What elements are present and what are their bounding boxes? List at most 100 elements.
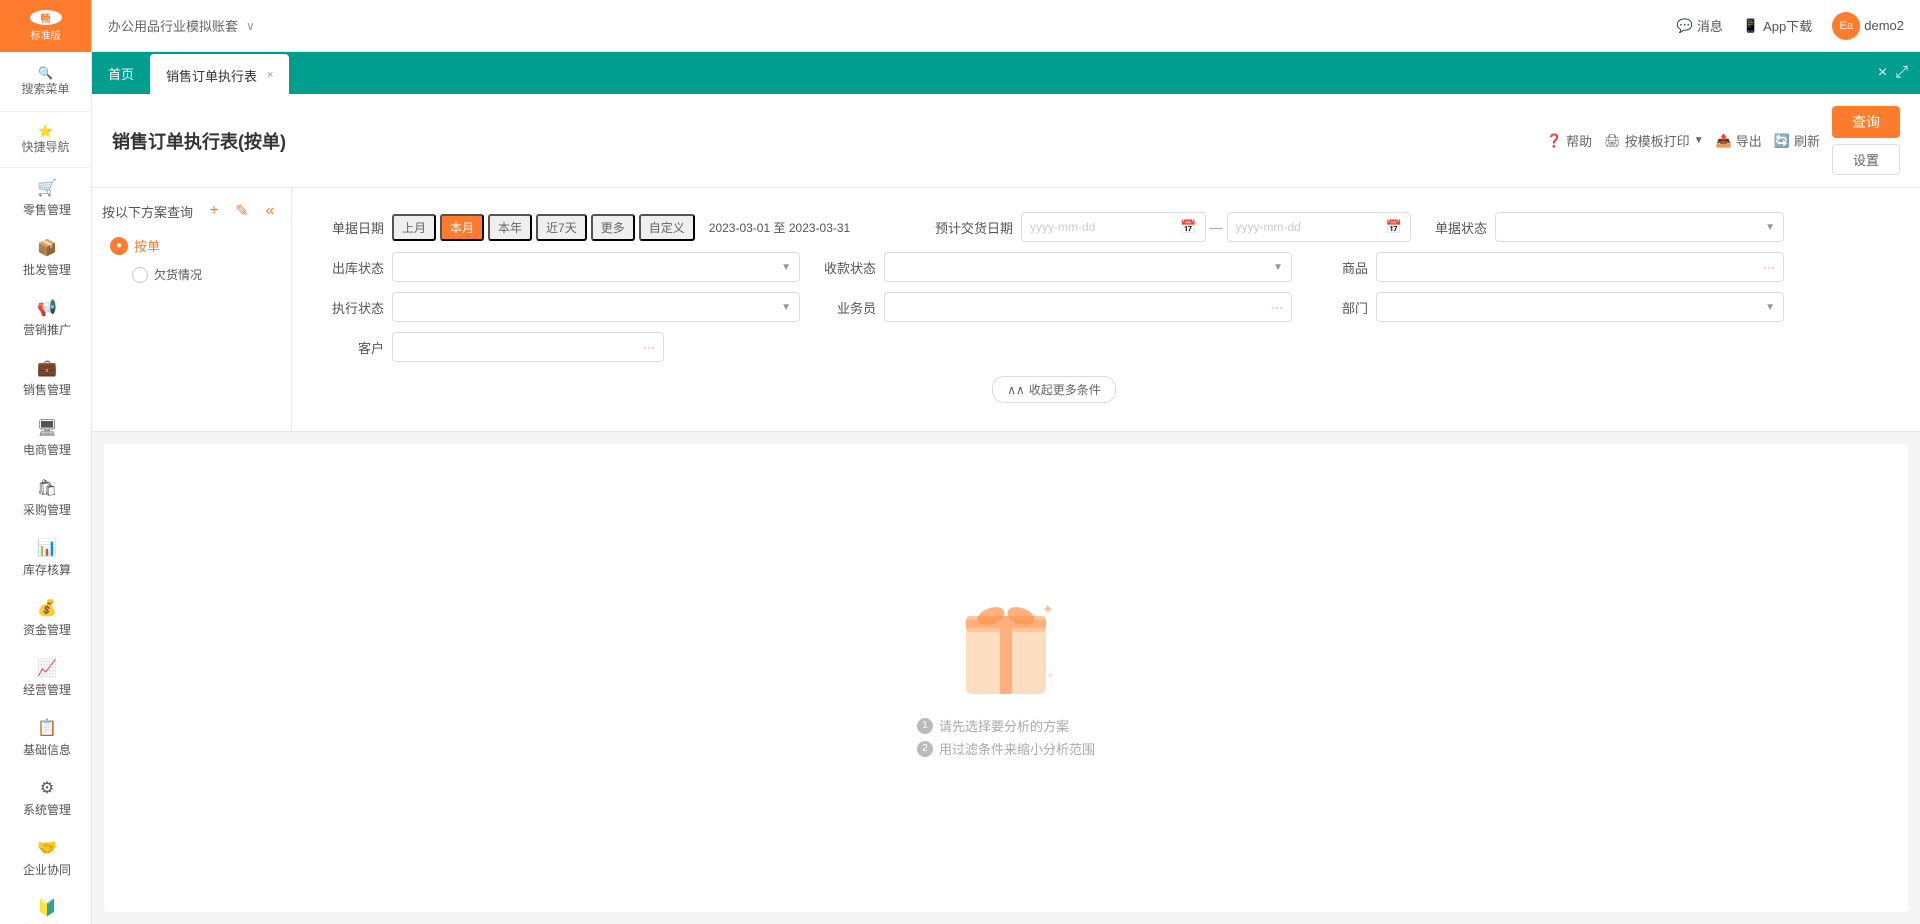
date-tab-last-month[interactable]: 上月 (392, 214, 436, 241)
search-menu-button[interactable]: 🔍 搜索菜单 (6, 60, 85, 103)
app-download-button[interactable]: 📱 App下载 (1743, 16, 1812, 35)
date-separator: — (1210, 220, 1223, 235)
sidebar-item-system-label: 系统管理 (23, 801, 71, 818)
filter-field-payment: 收款状态 ▼ (816, 252, 1292, 282)
scheme-sales-icon: ● (110, 237, 128, 255)
sidebar-item-sales[interactable]: 💼 销售管理 (0, 348, 91, 408)
empty-hint-2: 用过滤条件来缩小分析范围 (917, 739, 1095, 758)
settings-button[interactable]: 设置 (1832, 144, 1900, 175)
sidebar-item-finance-label: 资金管理 (23, 621, 71, 638)
delivery-select[interactable]: ▼ (392, 252, 800, 282)
date-label: 单据日期 (324, 218, 384, 237)
salesperson-label: 业务员 (816, 298, 876, 317)
basic-icon: 📋 (37, 718, 57, 738)
product-input[interactable]: ··· (1376, 252, 1784, 282)
payment-select[interactable]: ▼ (884, 252, 1292, 282)
department-select[interactable]: ▼ (1376, 292, 1784, 322)
export-button[interactable]: 📤 导出 (1716, 131, 1762, 150)
main-area: 办公用品行业模拟账套 ∨ 💬 消息 📱 App下载 Ea demo2 首页 (92, 0, 1920, 924)
edit-scheme-button[interactable]: ✎ (231, 200, 253, 222)
print-button[interactable]: 🖨 按模板打印 ▼ (1604, 131, 1703, 150)
sidebar-item-enterprise[interactable]: 🤝 企业协同 (0, 828, 91, 888)
sales-icon: 💼 (37, 358, 57, 378)
add-scheme-button[interactable]: + (203, 200, 225, 222)
sidebar-item-wholesale-label: 批发管理 (23, 261, 71, 278)
filter-scheme-actions: + ✎ « (203, 200, 281, 222)
tabbar-right-actions: × ⤢ (1878, 64, 1920, 82)
sidebar-item-system[interactable]: ⚙ 系统管理 (0, 768, 91, 828)
avatar: Ea (1832, 12, 1860, 40)
print-label: 按模板打印 (1625, 131, 1690, 150)
search-icon: 🔍 (38, 66, 53, 80)
filter-field-expected-date: 预计交货日期 yyyy-mm-dd 📅 — yyyy-mm-dd 📅 (935, 212, 1411, 242)
tab-close-all-button[interactable]: × (1878, 64, 1887, 82)
query-button[interactable]: 查询 (1832, 106, 1900, 138)
sidebar-item-finance[interactable]: 💰 资金管理 (0, 588, 91, 648)
sidebar-item-operations-label: 经营管理 (23, 681, 71, 698)
tab-expand-button[interactable]: ⤢ (1895, 64, 1908, 82)
status-label: 单据状态 (1427, 218, 1487, 237)
sidebar-item-newbie[interactable]: 🔰 新手引导 (0, 888, 91, 924)
message-button[interactable]: 💬 消息 (1677, 16, 1723, 35)
date-tab-custom[interactable]: 自定义 (639, 214, 695, 241)
user-profile-button[interactable]: Ea demo2 (1832, 12, 1904, 40)
scheme-item-sales-order[interactable]: ● 按单 (102, 230, 281, 261)
ecommerce-icon: 🖥 (37, 418, 57, 438)
retail-icon: 🛒 (37, 178, 57, 198)
expected-date-start[interactable]: yyyy-mm-dd 📅 (1021, 212, 1206, 242)
date-tab-last-7[interactable]: 近7天 (536, 214, 587, 241)
filter-field-delivery: 出库状态 ▼ (324, 252, 800, 282)
help-button[interactable]: ❓ 帮助 (1546, 131, 1592, 150)
filter-field-department: 部门 ▼ (1308, 292, 1784, 322)
delivery-label: 出库状态 (324, 258, 384, 277)
sidebar-item-operations[interactable]: 📈 经营管理 (0, 648, 91, 708)
tab-home-label: 首页 (108, 64, 134, 83)
sidebar-item-inventory[interactable]: 📊 库存核算 (0, 528, 91, 588)
marketing-icon: 📢 (37, 298, 57, 318)
newbie-icon: 🔰 (37, 898, 57, 918)
expected-date-end-text: yyyy-mm-dd (1236, 220, 1301, 234)
department-arrow-icon: ▼ (1765, 302, 1775, 313)
sidebar-item-basic[interactable]: 📋 基础信息 (0, 708, 91, 768)
collapse-row: ∧∧ 收起更多条件 (324, 372, 1784, 415)
salesperson-input[interactable]: ··· (884, 292, 1292, 322)
collapse-scheme-button[interactable]: « (259, 200, 281, 222)
filter-row-3: 执行状态 ▼ 业务员 ··· (324, 292, 1784, 322)
collapse-button[interactable]: ∧∧ 收起更多条件 (992, 376, 1116, 403)
query-settings-group: 查询 设置 (1832, 106, 1900, 175)
sidebar-item-purchase[interactable]: 🛍 采购管理 (0, 468, 91, 528)
date-tab-this-month[interactable]: 本月 (440, 214, 484, 241)
filter-field-customer: 客户 ··· (324, 332, 664, 362)
customer-input[interactable]: ··· (392, 332, 664, 362)
expected-date-label: 预计交货日期 (935, 218, 1013, 237)
filter-scheme-title: 按以下方案查询 (102, 202, 193, 221)
date-tab-more[interactable]: 更多 (591, 214, 635, 241)
date-end: 2023-03-31 (789, 221, 850, 235)
sidebar-logo: 畅 标准版 (0, 0, 91, 52)
refresh-button[interactable]: 🔄 刷新 (1774, 131, 1820, 150)
sidebar-item-ecommerce[interactable]: 🖥 电商管理 (0, 408, 91, 468)
app-download-icon: 📱 (1743, 18, 1759, 34)
tab-sales-order[interactable]: 销售订单执行表 × (150, 54, 289, 96)
status-select[interactable]: ▼ (1495, 212, 1784, 242)
expected-date-start-text: yyyy-mm-dd (1030, 220, 1095, 234)
quick-nav-button[interactable]: ⭐ 快捷导航 (6, 118, 85, 161)
scheme-item-debt[interactable]: 欠货情况 (102, 261, 281, 288)
sidebar-item-wholesale[interactable]: 📦 批发管理 (0, 228, 91, 288)
exec-select[interactable]: ▼ (392, 292, 800, 322)
sidebar-quick-nav-area[interactable]: ⭐ 快捷导航 (0, 112, 91, 168)
expected-date-end[interactable]: yyyy-mm-dd 📅 (1227, 212, 1412, 242)
department-label: 部门 (1308, 298, 1368, 317)
svg-text:✦: ✦ (1042, 601, 1054, 617)
refresh-label: 刷新 (1794, 131, 1820, 150)
date-tab-this-year[interactable]: 本年 (488, 214, 532, 241)
sidebar-item-retail[interactable]: 🛒 零售管理 (0, 168, 91, 228)
topbar-app-title: 办公用品行业模拟账套 (108, 16, 238, 35)
sidebar-item-marketing[interactable]: 📢 营销推广 (0, 288, 91, 348)
empty-illustration: ✦ ✦ (946, 594, 1066, 704)
product-more-icon: ··· (1763, 260, 1775, 274)
tab-close-button[interactable]: × (267, 69, 273, 81)
tab-home[interactable]: 首页 (92, 52, 150, 94)
sidebar-search-area[interactable]: 🔍 搜索菜单 (0, 52, 91, 112)
topbar-arrow-icon[interactable]: ∨ (246, 19, 255, 33)
